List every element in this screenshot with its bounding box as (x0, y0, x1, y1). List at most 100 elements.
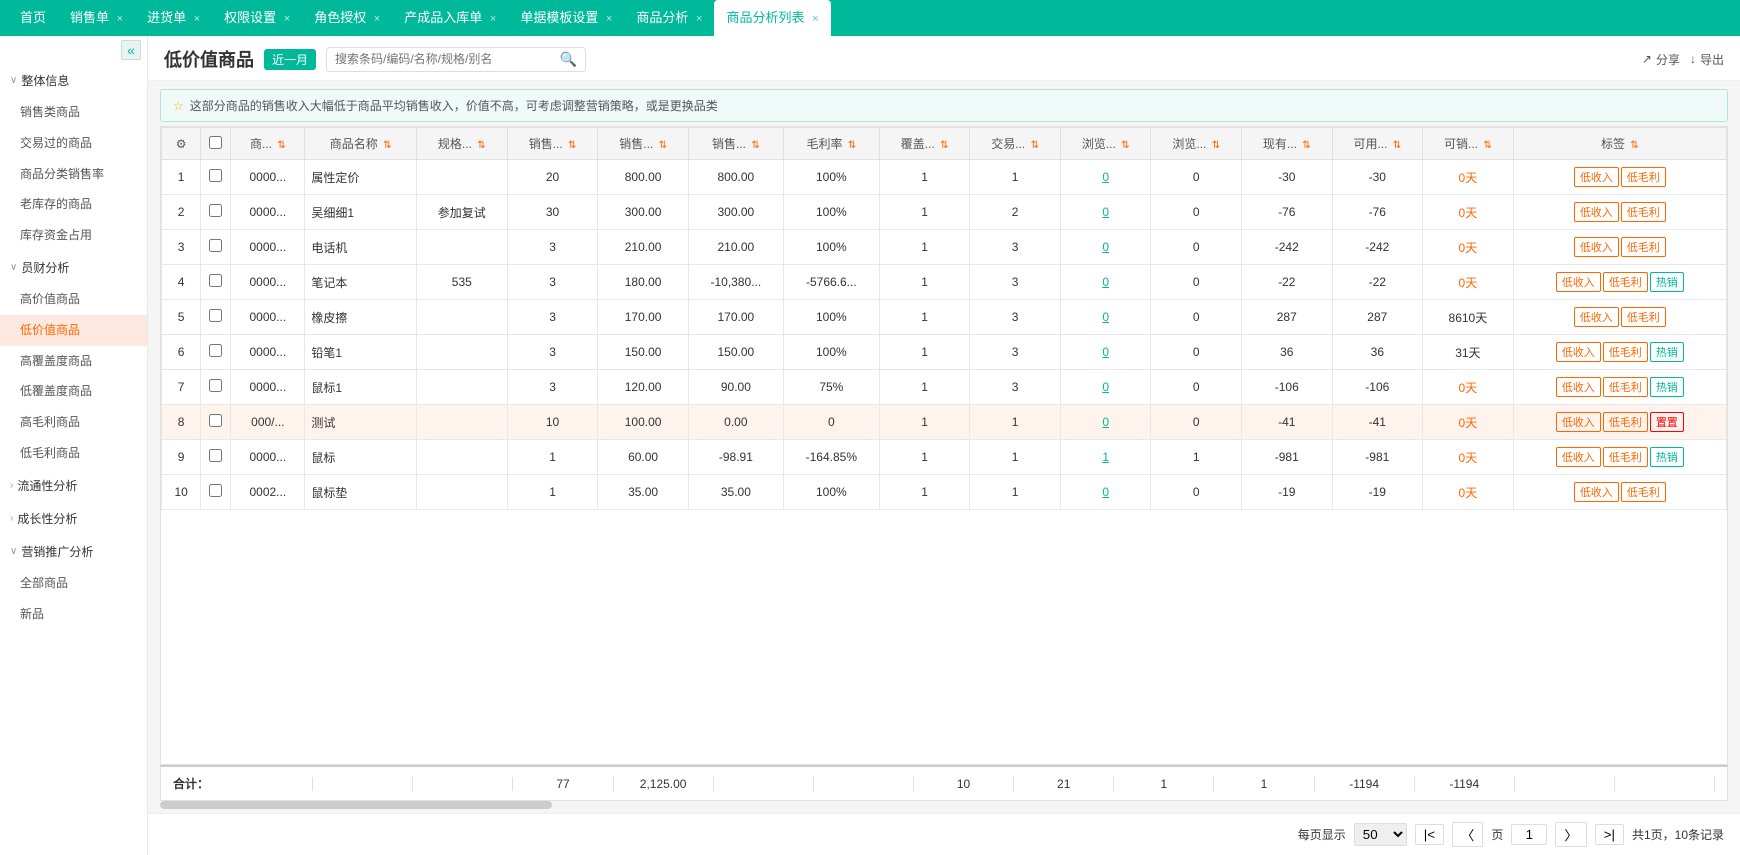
sidebar-item-high-margin[interactable]: 高毛利商品 (0, 407, 147, 438)
sidebar-item-high-coverage[interactable]: 高覆盖度商品 (0, 346, 147, 377)
data-table-wrap[interactable]: ⚙ 商... ⇅ 商品名称 ⇅ 规格... ⇅ 销售... ⇅ 销售... ⇅ … (160, 126, 1728, 765)
scrollbar-thumb[interactable] (160, 801, 552, 809)
td-checkbox[interactable] (201, 405, 231, 440)
per-page-select[interactable]: 50 100 200 (1354, 823, 1407, 846)
sidebar-item-traded-goods[interactable]: 交易过的商品 (0, 128, 147, 159)
share-button[interactable]: ↗ 分享 (1642, 51, 1680, 68)
sidebar-item-sales-goods[interactable]: 销售类商品 (0, 97, 147, 128)
view1-link[interactable]: 0 (1102, 345, 1109, 359)
td-checkbox[interactable] (201, 300, 231, 335)
view1-link[interactable]: 1 (1102, 450, 1109, 464)
td-view1[interactable]: 1 (1060, 440, 1151, 475)
row-checkbox[interactable] (209, 274, 222, 287)
view1-link[interactable]: 0 (1102, 205, 1109, 219)
view1-link[interactable]: 0 (1102, 380, 1109, 394)
select-all-checkbox[interactable] (209, 136, 222, 149)
td-view1[interactable]: 0 (1060, 300, 1151, 335)
th-margin[interactable]: 毛利率 ⇅ (783, 128, 879, 160)
th-sales-qty[interactable]: 销售... ⇅ (507, 128, 598, 160)
nav-permissions[interactable]: 权限设置 × (212, 0, 302, 36)
nav-product-analysis[interactable]: 商品分析 × (624, 0, 714, 36)
sidebar-section-marketing[interactable]: ∨ 营销推广分析 (0, 535, 147, 568)
td-checkbox[interactable] (201, 265, 231, 300)
view1-link[interactable]: 0 (1102, 170, 1109, 184)
prev-page-btn[interactable]: 〈 (1452, 822, 1483, 847)
search-input[interactable] (335, 52, 560, 66)
td-view1[interactable]: 0 (1060, 370, 1151, 405)
sidebar-section-finance[interactable]: ∨ 员财分析 (0, 251, 147, 284)
sidebar-item-stock-capital[interactable]: 库存资金占用 (0, 220, 147, 251)
td-checkbox[interactable] (201, 160, 231, 195)
th-sellable[interactable]: 可销... ⇅ (1423, 128, 1514, 160)
td-checkbox[interactable] (201, 370, 231, 405)
nav-product-analysis-list[interactable]: 商品分析列表 × (714, 0, 830, 36)
th-sales-amt[interactable]: 销售... ⇅ (598, 128, 689, 160)
row-checkbox[interactable] (209, 449, 222, 462)
th-trans[interactable]: 交易... ⇅ (970, 128, 1061, 160)
first-page-btn[interactable]: |< (1415, 824, 1444, 845)
horizontal-scrollbar[interactable] (160, 801, 1728, 809)
sidebar-item-low-coverage[interactable]: 低覆盖度商品 (0, 376, 147, 407)
th-code[interactable]: 商... ⇅ (231, 128, 305, 160)
nav-home[interactable]: 首页 (8, 0, 58, 36)
view1-link[interactable]: 0 (1102, 415, 1109, 429)
nav-purchase[interactable]: 进货单 × (135, 0, 212, 36)
filter-tag-recent[interactable]: 近一月 (264, 49, 316, 70)
view1-link[interactable]: 0 (1102, 485, 1109, 499)
th-avail[interactable]: 可用... ⇅ (1332, 128, 1423, 160)
view1-link[interactable]: 0 (1102, 240, 1109, 254)
th-coverage[interactable]: 覆盖... ⇅ (879, 128, 970, 160)
sidebar-item-old-stock[interactable]: 老库存的商品 (0, 189, 147, 220)
search-icon[interactable]: 🔍 (560, 51, 577, 68)
td-checkbox[interactable] (201, 195, 231, 230)
th-tags[interactable]: 标签 ⇅ (1513, 128, 1726, 160)
th-current[interactable]: 现有... ⇅ (1242, 128, 1333, 160)
td-checkbox[interactable] (201, 335, 231, 370)
sidebar-section-overall[interactable]: ∨ 整体信息 (0, 64, 147, 97)
next-page-btn[interactable]: 〉 (1555, 822, 1586, 847)
td-checkbox[interactable] (201, 475, 231, 510)
page-number-input[interactable] (1511, 824, 1547, 845)
td-view1[interactable]: 0 (1060, 195, 1151, 230)
row-checkbox[interactable] (209, 344, 222, 357)
nav-finished-goods[interactable]: 产成品入库单 × (392, 0, 508, 36)
sidebar-item-low-margin[interactable]: 低毛利商品 (0, 438, 147, 469)
td-view1[interactable]: 0 (1060, 475, 1151, 510)
td-view1[interactable]: 0 (1060, 405, 1151, 440)
th-view2[interactable]: 浏览... ⇅ (1151, 128, 1242, 160)
th-sales-profit[interactable]: 销售... ⇅ (688, 128, 783, 160)
td-checkbox[interactable] (201, 440, 231, 475)
row-checkbox[interactable] (209, 239, 222, 252)
th-name[interactable]: 商品名称 ⇅ (305, 128, 416, 160)
collapse-sidebar-btn[interactable]: « (121, 40, 141, 60)
last-page-btn[interactable]: >| (1595, 824, 1624, 845)
view1-link[interactable]: 0 (1102, 275, 1109, 289)
sidebar-item-high-value[interactable]: 高价值商品 (0, 284, 147, 315)
row-checkbox[interactable] (209, 204, 222, 217)
th-checkbox[interactable] (201, 128, 231, 160)
td-view1[interactable]: 0 (1060, 160, 1151, 195)
sidebar-item-new-goods[interactable]: 新品 (0, 599, 147, 630)
sidebar-item-low-value[interactable]: 低价值商品 (0, 315, 147, 346)
nav-sales[interactable]: 销售单 × (58, 0, 135, 36)
th-spec[interactable]: 规格... ⇅ (416, 128, 507, 160)
td-view1[interactable]: 0 (1060, 265, 1151, 300)
sidebar-section-flow[interactable]: › 流通性分析 (0, 469, 147, 502)
th-view1[interactable]: 浏览... ⇅ (1060, 128, 1151, 160)
row-checkbox[interactable] (209, 379, 222, 392)
sidebar-section-growth[interactable]: › 成长性分析 (0, 502, 147, 535)
export-button[interactable]: ↓ 导出 (1690, 51, 1724, 68)
row-checkbox[interactable] (209, 484, 222, 497)
nav-roles[interactable]: 角色授权 × (302, 0, 392, 36)
row-checkbox[interactable] (209, 169, 222, 182)
td-view1[interactable]: 0 (1060, 335, 1151, 370)
td-checkbox[interactable] (201, 230, 231, 265)
view1-link[interactable]: 0 (1102, 310, 1109, 324)
row-checkbox[interactable] (209, 309, 222, 322)
sidebar-item-all-goods[interactable]: 全部商品 (0, 568, 147, 599)
th-settings[interactable]: ⚙ (162, 128, 201, 160)
nav-template-settings[interactable]: 单据模板设置 × (508, 0, 624, 36)
row-checkbox[interactable] (209, 414, 222, 427)
sidebar-item-category-sales[interactable]: 商品分类销售率 (0, 159, 147, 190)
td-view1[interactable]: 0 (1060, 230, 1151, 265)
